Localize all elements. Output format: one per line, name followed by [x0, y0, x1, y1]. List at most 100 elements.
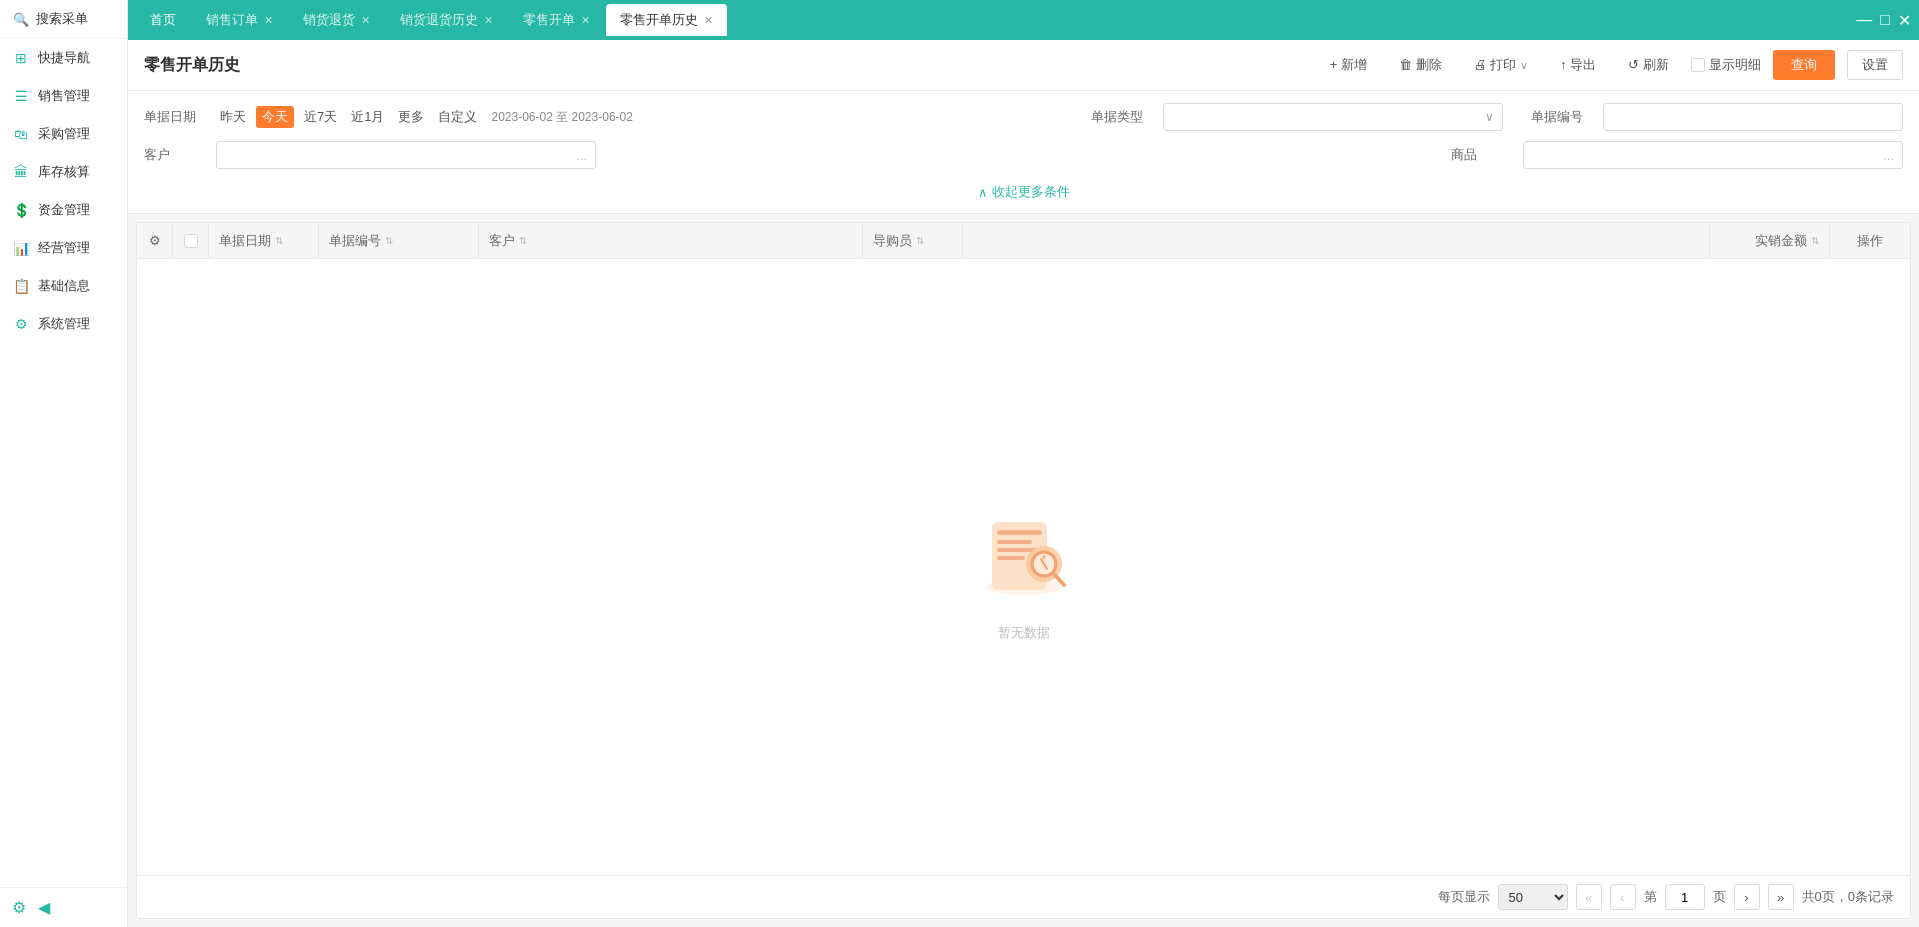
table-header: ⚙ 单据日期 ⇅ 单据编号 ⇅ 客户 ⇅ 导购员 — [137, 223, 1910, 259]
close-icon[interactable]: ✕ — [1898, 11, 1911, 30]
xiaoshou-icon: ☰ — [12, 87, 30, 105]
date-7days[interactable]: 近7天 — [300, 106, 341, 128]
tab-close-icon[interactable]: ✕ — [581, 15, 590, 26]
tab-close-icon[interactable]: ✕ — [264, 15, 273, 26]
per-page-select[interactable]: 50 10 20 100 — [1498, 884, 1568, 910]
delete-label: 🗑 删除 — [1399, 56, 1442, 74]
goods-label: 商品 — [1451, 146, 1507, 164]
sidebar-item-kucun[interactable]: 🏛 库存核算 — [0, 153, 127, 191]
filter-collapse[interactable]: ∧ 收起更多条件 — [144, 179, 1903, 209]
print-button[interactable]: 🖨 打印 ∨ — [1464, 52, 1539, 78]
svg-rect-3 — [997, 540, 1032, 544]
sidebar-item-zijin[interactable]: 💲 资金管理 — [0, 191, 127, 229]
zijin-icon: 💲 — [12, 201, 30, 219]
tab-retail-open-label: 零售开单 — [523, 11, 575, 29]
sidebar-bottom: ⚙ ◀ — [0, 887, 127, 927]
th-guide[interactable]: 导购员 ⇅ — [863, 223, 963, 258]
tab-retail-open[interactable]: 零售开单 ✕ — [509, 4, 604, 36]
settings-icon[interactable]: ⚙ — [12, 898, 26, 917]
tab-close-icon[interactable]: ✕ — [484, 15, 493, 26]
sidebar-item-jichu[interactable]: 📋 基础信息 — [0, 267, 127, 305]
sort-icon: ⇅ — [1811, 235, 1819, 246]
page-input[interactable] — [1665, 884, 1705, 910]
delete-button[interactable]: 🗑 删除 — [1389, 52, 1452, 78]
sidebar-item-caigou[interactable]: 🛍 采购管理 — [0, 115, 127, 153]
svg-rect-2 — [997, 530, 1042, 535]
goods-placeholder: ... — [1883, 148, 1894, 163]
sidebar-item-label: 库存核算 — [38, 163, 90, 181]
xitong-icon: ⚙ — [12, 315, 30, 333]
last-page-button[interactable]: » — [1768, 884, 1794, 910]
tab-sales-return-hist[interactable]: 销货退货历史 ✕ — [386, 4, 507, 36]
filter-row-1: 单据日期 昨天 今天 近7天 近1月 更多 自定义 2023-06-02 至 2… — [144, 103, 1903, 131]
sidebar-item-label: 系统管理 — [38, 315, 90, 333]
sidebar-item-label: 销售管理 — [38, 87, 90, 105]
tab-close-icon[interactable]: ✕ — [361, 15, 370, 26]
sidebar-item-label: 采购管理 — [38, 125, 90, 143]
sort-icon: ⇅ — [385, 235, 393, 246]
add-label: + 新增 — [1330, 56, 1367, 74]
tab-retail-open-hist[interactable]: 零售开单历史 ✕ — [606, 4, 727, 36]
minimize-icon[interactable]: — — [1856, 11, 1872, 29]
next-page-button[interactable]: › — [1734, 884, 1760, 910]
sidebar-search-label: 搜索采单 — [36, 10, 88, 28]
add-button[interactable]: + 新增 — [1320, 52, 1377, 78]
sidebar-item-label: 基础信息 — [38, 277, 90, 295]
th-num[interactable]: 单据编号 ⇅ — [319, 223, 479, 258]
th-check[interactable] — [173, 223, 209, 258]
page-suffix: 页 — [1713, 888, 1726, 906]
display-detail-label: 显示明细 — [1709, 56, 1761, 74]
gear-icon: ⚙ — [149, 233, 161, 248]
th-amount-label: 实销金额 — [1755, 232, 1807, 250]
th-client[interactable]: 客户 ⇅ — [479, 223, 863, 258]
sort-icon: ⇅ — [275, 235, 283, 246]
jichu-icon: 📋 — [12, 277, 30, 295]
goods-input[interactable]: ... — [1523, 141, 1903, 169]
kucun-icon: 🏛 — [12, 163, 30, 181]
main: 首页 销售订单 ✕ 销货退货 ✕ 销货退货历史 ✕ 零售开单 ✕ 零售开单历史 … — [128, 0, 1919, 927]
sidebar-item-label: 经营管理 — [38, 239, 90, 257]
first-icon: « — [1585, 890, 1592, 905]
date-1month[interactable]: 近1月 — [347, 106, 388, 128]
tab-sales-order[interactable]: 销售订单 ✕ — [192, 4, 287, 36]
prev-page-button[interactable]: ‹ — [1610, 884, 1636, 910]
settings-button[interactable]: 设置 — [1847, 50, 1903, 80]
empty-text: 暂无数据 — [998, 624, 1050, 642]
first-page-button[interactable]: « — [1576, 884, 1602, 910]
refresh-label: ↺ 刷新 — [1628, 56, 1669, 74]
date-label: 单据日期 — [144, 108, 200, 126]
refresh-button[interactable]: ↺ 刷新 — [1618, 52, 1679, 78]
client-input[interactable]: ... — [216, 141, 596, 169]
num-input[interactable] — [1603, 103, 1903, 131]
sidebar-item-xiaoshou[interactable]: ☰ 销售管理 — [0, 77, 127, 115]
th-date[interactable]: 单据日期 ⇅ — [209, 223, 319, 258]
content: 零售开单历史 + 新增 🗑 删除 🖨 打印 ∨ ↑ 导出 ↺ 刷新 — [128, 40, 1919, 927]
date-today[interactable]: 今天 — [256, 106, 294, 128]
prev-icon: ‹ — [1620, 890, 1624, 905]
sidebar-item-kuaijie[interactable]: ⊞ 快捷导航 — [0, 39, 127, 77]
maximize-icon[interactable]: □ — [1880, 11, 1890, 29]
print-arrow-icon: ∨ — [1520, 59, 1528, 72]
date-more[interactable]: 更多 — [394, 106, 428, 128]
tab-sales-return[interactable]: 销货退货 ✕ — [289, 4, 384, 36]
tab-home[interactable]: 首页 — [136, 4, 190, 36]
sidebar-search[interactable]: 🔍 搜索采单 — [0, 0, 127, 39]
th-amount[interactable]: 实销金额 ⇅ — [1710, 223, 1830, 258]
date-custom[interactable]: 自定义 — [434, 106, 481, 128]
sidebar-item-xitong[interactable]: ⚙ 系统管理 — [0, 305, 127, 343]
query-button[interactable]: 查询 — [1773, 50, 1835, 80]
tab-close-icon[interactable]: ✕ — [704, 15, 713, 26]
filter-row-2: 客户 ... 商品 ... — [144, 141, 1903, 169]
th-gear[interactable]: ⚙ — [137, 223, 173, 258]
export-label: ↑ 导出 — [1560, 56, 1596, 74]
export-button[interactable]: ↑ 导出 — [1550, 52, 1606, 78]
collapse-icon[interactable]: ◀ — [38, 898, 50, 917]
sidebar-item-jingying[interactable]: 📊 经营管理 — [0, 229, 127, 267]
display-detail-checkbox[interactable]: 显示明细 — [1691, 56, 1761, 74]
checkbox-icon — [1691, 58, 1705, 72]
date-yesterday[interactable]: 昨天 — [216, 106, 250, 128]
svg-rect-5 — [997, 556, 1025, 560]
type-select[interactable]: ∨ — [1163, 103, 1503, 131]
svg-rect-4 — [997, 548, 1037, 552]
print-label: 🖨 打印 — [1474, 56, 1517, 74]
